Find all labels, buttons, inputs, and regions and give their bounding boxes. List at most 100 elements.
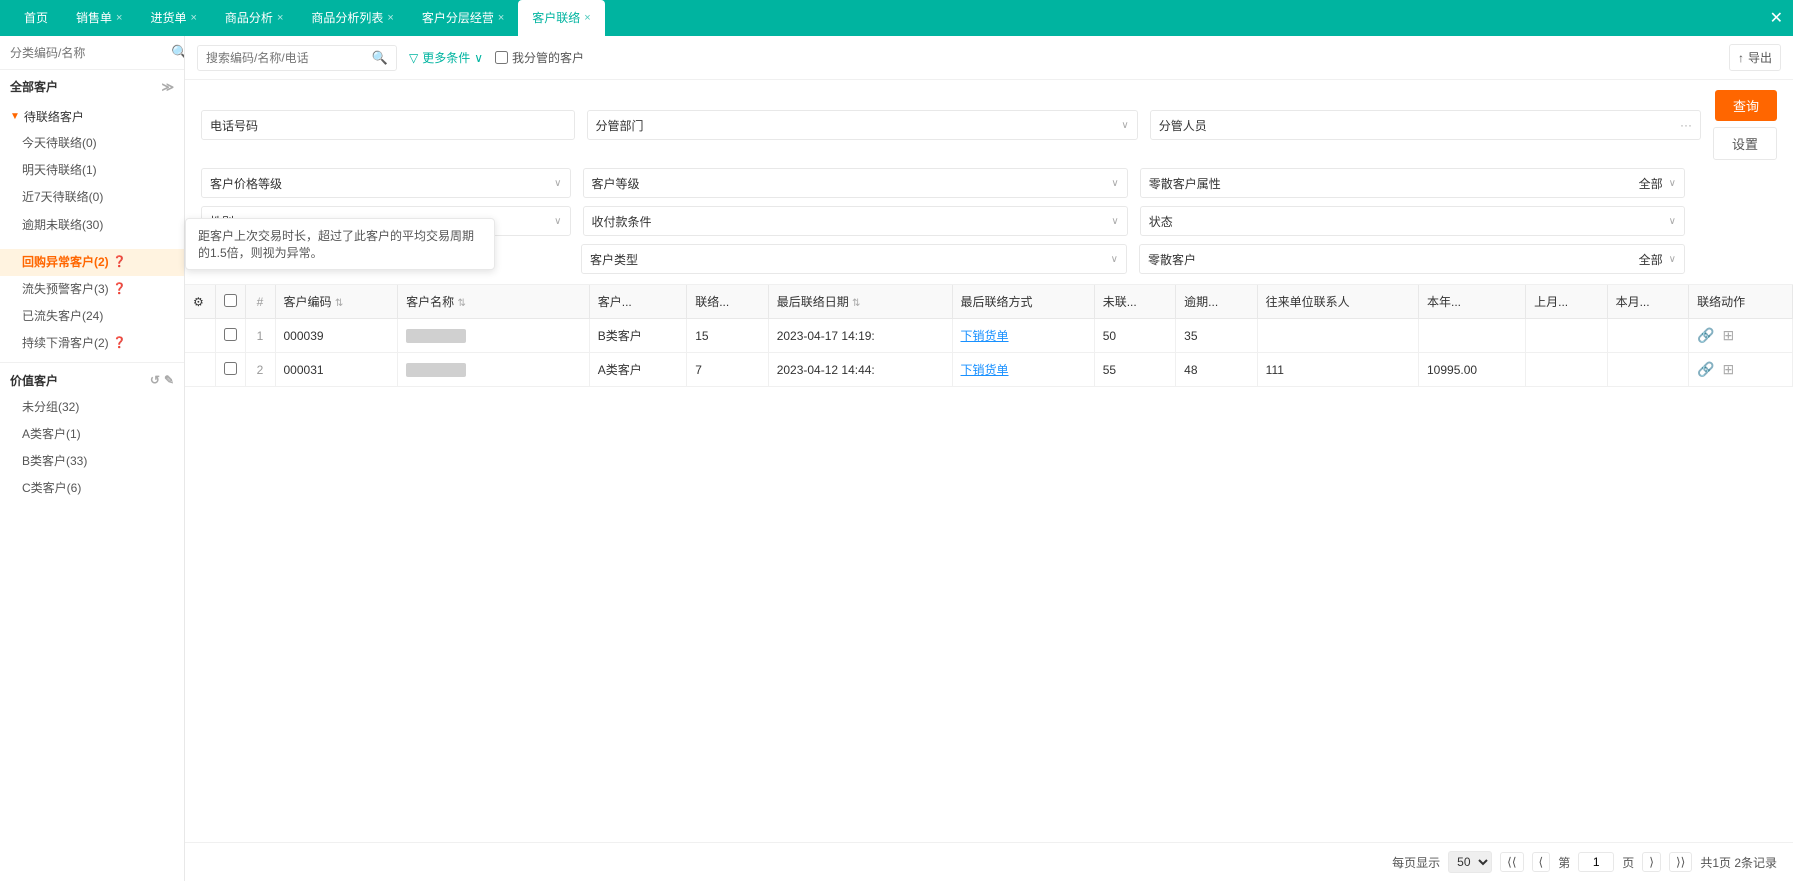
close-icon[interactable]: ×	[584, 0, 590, 36]
price-level-filter[interactable]: 客户价格等级 ∨	[201, 168, 571, 198]
more-conditions-button[interactable]: ▽ 更多条件 ∨	[409, 49, 483, 66]
sidebar-item-repurchase-abnormal[interactable]: 回购异常客户(2) ❓	[0, 249, 184, 276]
sidebar-item-b-class[interactable]: B类客户(33)	[0, 448, 184, 475]
row-checkbox[interactable]	[224, 328, 237, 341]
last-contact-date-col-header[interactable]: 最后联络日期 ⇅	[768, 285, 952, 319]
chevron-down-icon: ∨	[1111, 216, 1118, 227]
contact-person-col-header[interactable]: 往来单位联系人	[1257, 285, 1418, 319]
table-container: ⚙ # 客户编码 ⇅ 客户名称 ⇅	[185, 285, 1793, 842]
checkbox-cell-1[interactable]	[215, 319, 245, 353]
overdue-col-header[interactable]: 逾期...	[1176, 285, 1257, 319]
last-contact-method-cell-2[interactable]: 下销货单	[952, 353, 1094, 387]
last-contact-method-cell-1[interactable]: 下销货单	[952, 319, 1094, 353]
sidebar-item-today-pending[interactable]: 今天待联络(0)	[0, 130, 184, 157]
checkbox-cell-2[interactable]	[215, 353, 245, 387]
query-button[interactable]: 查询	[1715, 90, 1777, 121]
this-year-col-header[interactable]: 本年...	[1419, 285, 1526, 319]
first-page-button[interactable]: ⟨⟨	[1500, 852, 1523, 872]
last-contact-method-col-header[interactable]: 最后联络方式	[952, 285, 1094, 319]
last-contact-date-cell-1: 2023-04-17 14:19:	[768, 319, 952, 353]
manager-filter[interactable]: 分管人员 ···	[1150, 110, 1701, 140]
sidebar-item-overdue-pending[interactable]: 逾期未联络(30)	[0, 212, 184, 239]
retail-attr-filter[interactable]: 零散客户属性 全部 ∨	[1140, 168, 1685, 198]
last-page-button[interactable]: ⟩⟩	[1669, 852, 1692, 872]
grid-icon[interactable]: ⊞	[1723, 327, 1735, 344]
right-content: 🔍 ▽ 更多条件 ∨ 我分管的客户 ↑ 导出 电话号码	[185, 36, 1793, 881]
settings-icon[interactable]: ✎	[164, 373, 174, 387]
page-number-input[interactable]	[1578, 852, 1614, 872]
my-customers-checkbox[interactable]	[495, 51, 508, 64]
type-cell-2: A类客户	[589, 353, 686, 387]
name-col-header[interactable]: 客户名称 ⇅	[398, 285, 590, 319]
row-checkbox[interactable]	[224, 362, 237, 375]
grid-icon[interactable]: ⊞	[1723, 361, 1735, 378]
sidebar-value-section[interactable]: 价值客户 ↺ ✎	[0, 367, 184, 394]
sidebar-item-tomorrow-pending[interactable]: 明天待联络(1)	[0, 157, 184, 184]
chevron-down-icon: ∨	[1669, 254, 1676, 265]
search-icon[interactable]: 🔍	[372, 50, 388, 66]
contact-count-col-header[interactable]: 联络...	[687, 285, 768, 319]
search-icon[interactable]: 🔍	[171, 44, 185, 61]
sidebar-item-losing[interactable]: 流失预警客户(3) ❓	[0, 276, 184, 303]
payment-filter[interactable]: 收付款条件 ∨	[583, 206, 1128, 236]
per-page-select[interactable]: 50	[1448, 851, 1492, 873]
nav-item-purchase[interactable]: 进货单 ×	[136, 0, 210, 36]
sidebar-item-7days-pending[interactable]: 近7天待联络(0)	[0, 184, 184, 211]
name-cell-1	[398, 319, 590, 353]
sidebar-item-unclassified[interactable]: 未分组(32)	[0, 394, 184, 421]
sidebar-pending-section[interactable]: ▼ 待联络客户	[0, 103, 184, 130]
sidebar-item-a-class[interactable]: A类客户(1)	[0, 421, 184, 448]
sidebar-item-c-class[interactable]: C类客户(6)	[0, 475, 184, 502]
nav-item-home[interactable]: 首页	[10, 0, 62, 36]
status-filter[interactable]: 状态 ∨	[1140, 206, 1685, 236]
this-month-col-header[interactable]: 本月...	[1607, 285, 1688, 319]
nav-item-contact[interactable]: 客户联络 ×	[518, 0, 604, 36]
close-icon[interactable]: ×	[277, 0, 283, 36]
nav-item-analysis-list[interactable]: 商品分析列表 ×	[297, 0, 407, 36]
uncontacted-cell-1: 50	[1094, 319, 1175, 353]
export-button[interactable]: ↑ 导出	[1729, 44, 1781, 71]
nav-item-analysis[interactable]: 商品分析 ×	[211, 0, 297, 36]
settings-col-header[interactable]: ⚙	[185, 285, 215, 319]
close-icon[interactable]: ×	[387, 0, 393, 36]
settings-cell	[185, 319, 215, 353]
settings-button[interactable]: 设置	[1713, 127, 1777, 160]
link-icon[interactable]: 🔗	[1697, 327, 1714, 344]
code-col-header[interactable]: 客户编码 ⇅	[275, 285, 398, 319]
this-month-cell-2	[1607, 353, 1688, 387]
last-month-col-header[interactable]: 上月...	[1526, 285, 1607, 319]
my-customers-checkbox-label[interactable]: 我分管的客户	[495, 49, 584, 66]
dept-filter[interactable]: 分管部门 ∨	[587, 110, 1138, 140]
retail-filter[interactable]: 零散客户 全部 ∨	[1139, 244, 1685, 274]
filter-icon: ▽	[409, 51, 418, 65]
action-cell-2: 🔗 ⊞	[1689, 353, 1793, 387]
type-col-header[interactable]: 客户...	[589, 285, 686, 319]
close-icon[interactable]: ×	[498, 0, 504, 36]
phone-filter[interactable]: 电话号码	[201, 110, 575, 140]
edit-icon[interactable]: ↺	[150, 373, 160, 387]
sidebar-item-lost[interactable]: 已流失客户(24)	[0, 303, 184, 330]
sidebar-item-declining[interactable]: 持续下滑客户(2) ❓	[0, 330, 184, 357]
prev-page-button[interactable]: ⟨	[1532, 852, 1551, 872]
close-all-tabs-button[interactable]: ✕	[1770, 8, 1783, 28]
action-buttons: 查询 设置	[1713, 90, 1777, 160]
sidebar-search-input[interactable]	[10, 46, 165, 60]
checkbox-col-header[interactable]	[215, 285, 245, 319]
nav-item-sales[interactable]: 销售单 ×	[62, 0, 136, 36]
question-icon: ❓	[113, 254, 127, 272]
filter-bar: 🔍 ▽ 更多条件 ∨ 我分管的客户 ↑ 导出	[185, 36, 1793, 80]
nav-item-tier[interactable]: 客户分层经营 ×	[408, 0, 518, 36]
select-all-checkbox[interactable]	[224, 294, 237, 307]
code-cell-2: 000031	[275, 353, 398, 387]
search-input[interactable]	[206, 51, 366, 65]
close-icon[interactable]: ×	[190, 0, 196, 36]
next-page-button[interactable]: ⟩	[1642, 852, 1661, 872]
customer-type-filter[interactable]: 客户类型 ∨	[581, 244, 1127, 274]
close-icon[interactable]: ×	[116, 0, 122, 36]
uncontacted-col-header[interactable]: 未联...	[1094, 285, 1175, 319]
link-icon[interactable]: 🔗	[1697, 361, 1714, 378]
collapse-icon[interactable]: ≫	[161, 80, 174, 94]
contact-person-cell-2: 111	[1257, 353, 1418, 387]
chevron-down-icon: ∨	[554, 216, 561, 227]
customer-level-filter[interactable]: 客户等级 ∨	[583, 168, 1128, 198]
